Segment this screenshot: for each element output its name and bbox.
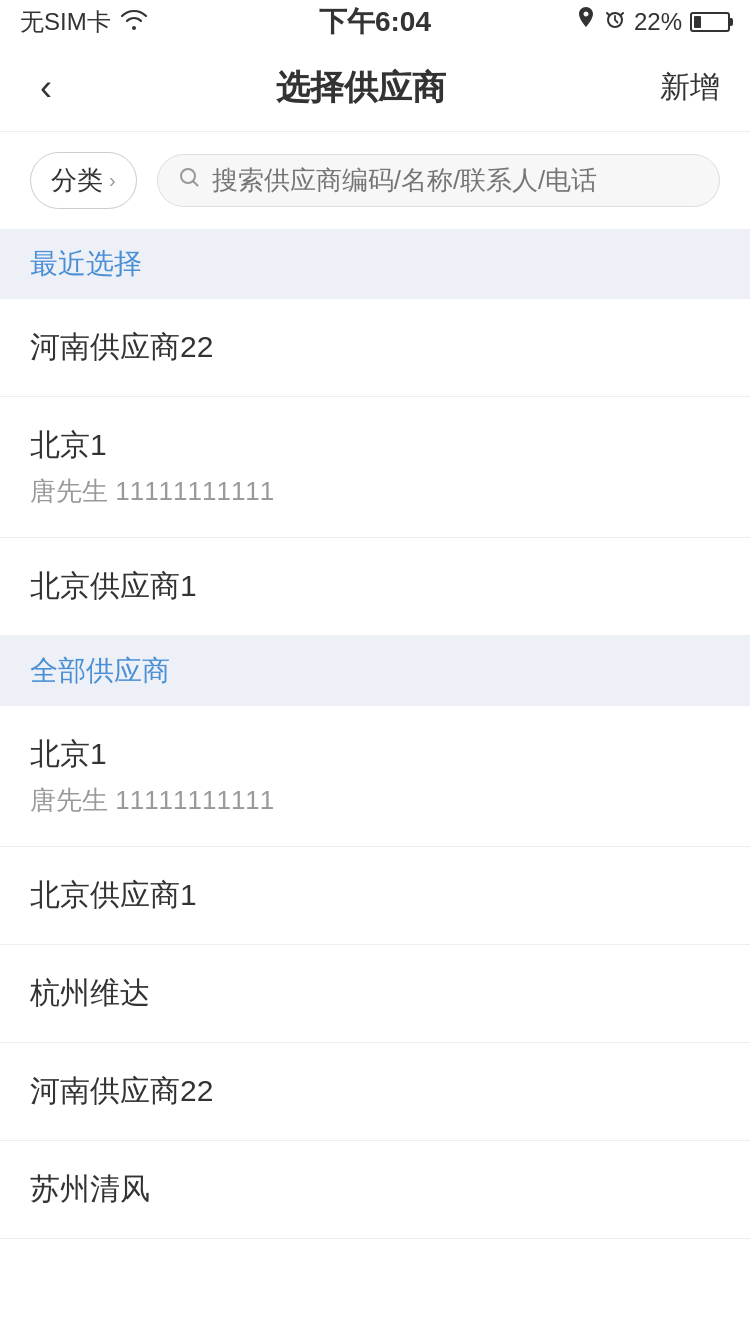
list-item[interactable]: 北京1 唐先生 11111111111 (0, 397, 750, 538)
item-name: 北京1 (30, 425, 720, 466)
item-name: 杭州维达 (30, 973, 720, 1014)
item-name: 河南供应商22 (30, 1071, 720, 1112)
category-filter[interactable]: 分类 › (30, 152, 137, 209)
all-list: 北京1 唐先生 11111111111 北京供应商1 杭州维达 河南供应商22 … (0, 706, 750, 1239)
battery-percent: 22% (634, 8, 682, 36)
list-item[interactable]: 北京供应商1 (0, 847, 750, 945)
back-button[interactable]: ‹ (30, 57, 62, 119)
list-item[interactable]: 北京1 唐先生 11111111111 (0, 706, 750, 847)
category-label: 分类 (51, 163, 103, 198)
recent-section-header: 最近选择 (0, 229, 750, 299)
item-name: 河南供应商22 (30, 327, 720, 368)
wifi-icon (119, 8, 149, 36)
list-item[interactable]: 北京供应商1 (0, 538, 750, 636)
location-icon (576, 7, 596, 37)
list-item[interactable]: 河南供应商22 (0, 1043, 750, 1141)
carrier-label: 无SIM卡 (20, 6, 111, 38)
item-name: 苏州清风 (30, 1169, 720, 1210)
all-section-header: 全部供应商 (0, 636, 750, 706)
item-sub: 唐先生 11111111111 (30, 783, 720, 818)
status-bar: 无SIM卡 下午6:04 22% (0, 0, 750, 44)
page-title: 选择供应商 (276, 65, 446, 111)
status-time: 下午6:04 (319, 3, 431, 41)
nav-bar: ‹ 选择供应商 新增 (0, 44, 750, 132)
search-icon (178, 166, 202, 196)
list-item[interactable]: 苏州清风 (0, 1141, 750, 1239)
list-item[interactable]: 杭州维达 (0, 945, 750, 1043)
search-input[interactable] (212, 165, 699, 196)
item-name: 北京1 (30, 734, 720, 775)
chevron-right-icon: › (109, 169, 116, 192)
item-sub: 唐先生 11111111111 (30, 474, 720, 509)
alarm-icon (604, 8, 626, 36)
status-left: 无SIM卡 (20, 6, 149, 38)
status-right: 22% (576, 7, 730, 37)
filter-bar: 分类 › (0, 132, 750, 229)
recent-list: 河南供应商22 北京1 唐先生 11111111111 北京供应商1 (0, 299, 750, 636)
list-item[interactable]: 河南供应商22 (0, 299, 750, 397)
search-box[interactable] (157, 154, 720, 207)
add-button[interactable]: 新增 (660, 67, 720, 108)
item-name: 北京供应商1 (30, 566, 720, 607)
battery-icon (690, 12, 730, 32)
item-name: 北京供应商1 (30, 875, 720, 916)
